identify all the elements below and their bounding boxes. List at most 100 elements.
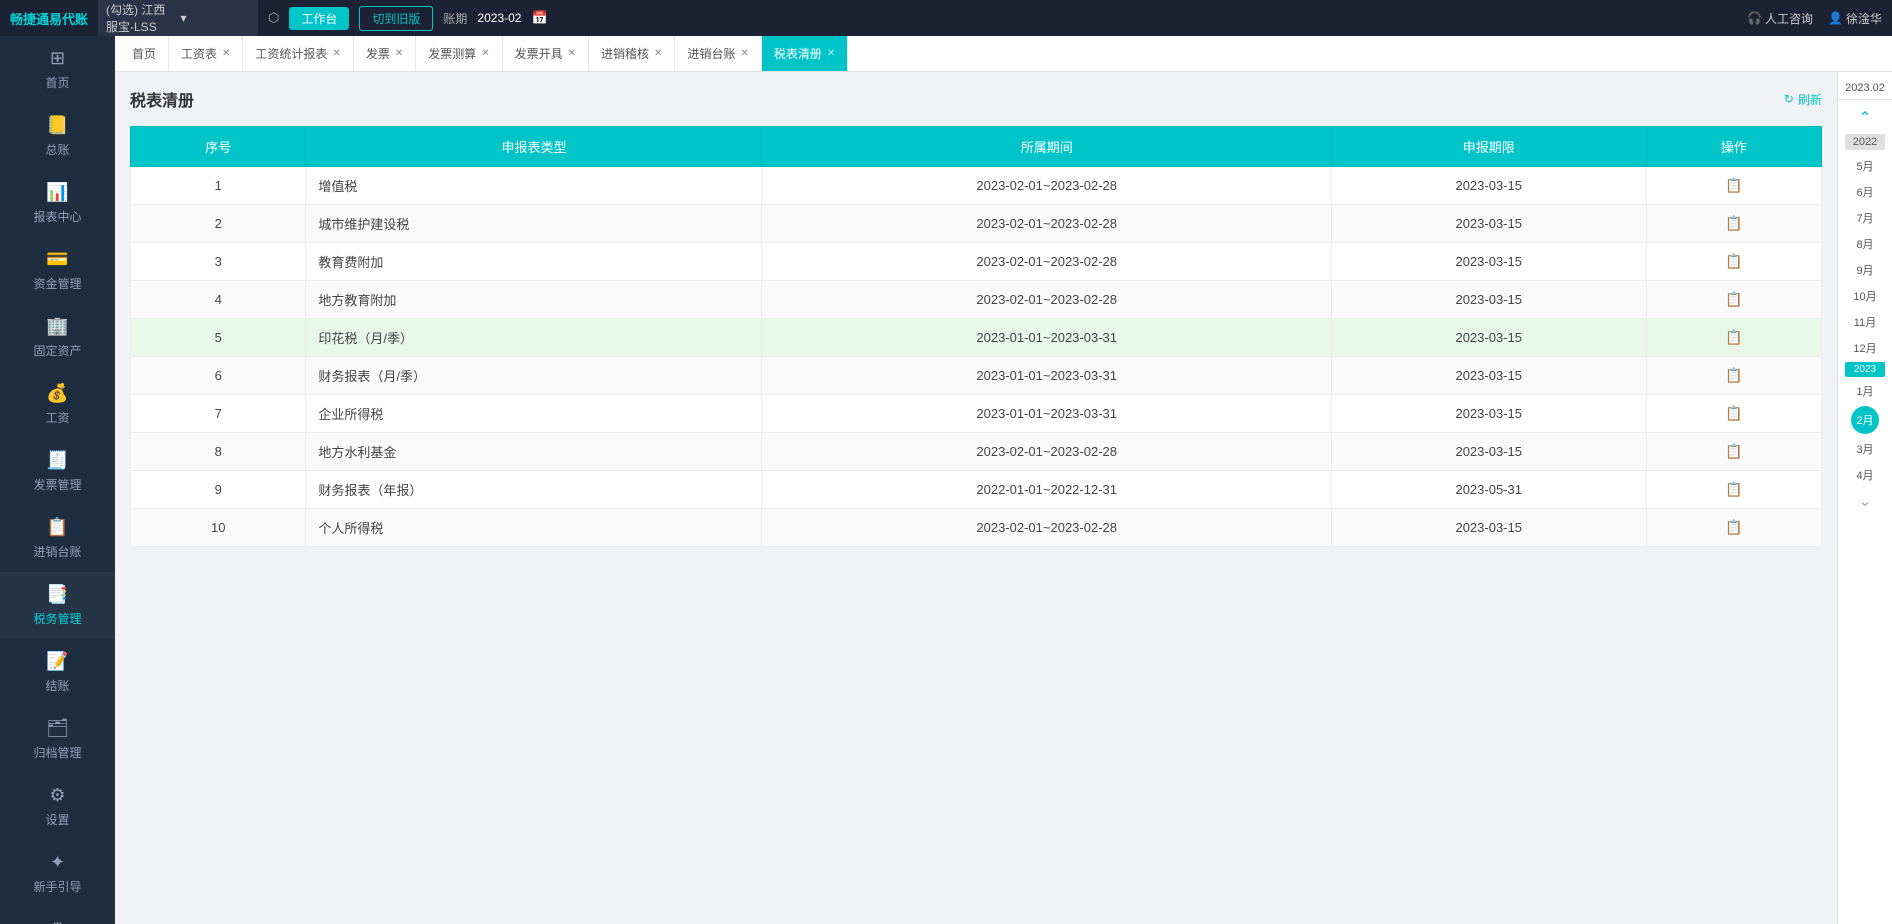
table-header-cell: 申报期限 — [1331, 127, 1646, 167]
tab-invoice[interactable]: 发票✕ — [354, 36, 416, 72]
nav-up-icon[interactable]: ⌃ — [1855, 105, 1874, 131]
invoice-icon: 🧾 — [46, 450, 68, 471]
view-report-icon[interactable]: 📋 — [1725, 177, 1742, 193]
row-index: 1 — [131, 167, 306, 205]
action-cell[interactable]: 📋 — [1646, 433, 1821, 471]
view-report-icon[interactable]: 📋 — [1725, 443, 1742, 459]
month-item-12月[interactable]: 12月 — [1845, 336, 1885, 360]
view-report-icon[interactable]: 📋 — [1725, 481, 1742, 497]
tab-close-icon[interactable]: ✕ — [332, 48, 340, 59]
month-item-11月[interactable]: 11月 — [1845, 310, 1885, 334]
sidebar-item-invoice[interactable]: 🧾 发票管理 — [0, 438, 115, 505]
tab-close-icon[interactable]: ✕ — [395, 48, 403, 59]
view-report-icon[interactable]: 📋 — [1725, 405, 1742, 421]
sidebar-item-settings[interactable]: ⚙ 设置 — [0, 773, 115, 840]
action-cell[interactable]: 📋 — [1646, 243, 1821, 281]
action-cell[interactable]: 📋 — [1646, 281, 1821, 319]
tab-close-icon[interactable]: ✕ — [222, 48, 230, 59]
deadline: 2023-03-15 — [1331, 205, 1646, 243]
view-report-icon[interactable]: 📋 — [1725, 253, 1742, 269]
member-icon: ♛ — [49, 919, 65, 924]
tab-home[interactable]: 首页 — [120, 36, 169, 72]
year-2022-label[interactable]: 2022 — [1845, 134, 1885, 150]
user-avatar[interactable]: 👤 徐淦华 — [1828, 10, 1882, 27]
calendar-icon[interactable]: 📅 — [531, 10, 547, 26]
period-range: 2023-01-01~2023-03-31 — [762, 357, 1331, 395]
tab-close-icon[interactable]: ✕ — [481, 48, 489, 59]
month-item-5月[interactable]: 5月 — [1845, 154, 1885, 178]
company-selector[interactable]: (勾选) 江西服宝-LSS ▾ — [98, 0, 258, 38]
copy-icon[interactable]: ⬡ — [268, 10, 279, 26]
month-item-2023-2月[interactable]: 2月 — [1851, 406, 1879, 434]
sidebar-item-member[interactable]: ♛ 畅会员 — [0, 907, 115, 924]
month-item-2023-4月[interactable]: 4月 — [1845, 463, 1885, 487]
tab-label: 工资统计报表 — [255, 45, 327, 62]
tab-close-icon[interactable]: ✕ — [827, 48, 835, 59]
human-consult-btn[interactable]: 🎧 人工咨询 — [1747, 10, 1813, 27]
tab-purchase-check[interactable]: 进销稽核✕ — [589, 36, 675, 72]
view-report-icon[interactable]: 📋 — [1725, 367, 1742, 383]
switch-version-button[interactable]: 切到旧版 — [359, 6, 433, 31]
refresh-button[interactable]: ↻ 刷新 — [1784, 91, 1822, 108]
sidebar-item-report[interactable]: 📊 报表中心 — [0, 170, 115, 237]
sidebar-item-home[interactable]: ⊞ 首页 — [0, 36, 115, 103]
tab-tax-clear[interactable]: 税表清册✕ — [762, 36, 848, 72]
sidebar-item-settlement[interactable]: 📝 结账 — [0, 639, 115, 706]
action-cell[interactable]: 📋 — [1646, 319, 1821, 357]
tab-invoice-calc[interactable]: 发票测算✕ — [416, 36, 502, 72]
month-item-7月[interactable]: 7月 — [1845, 206, 1885, 230]
sidebar-item-capital[interactable]: 💳 资金管理 — [0, 237, 115, 304]
sidebar-item-ledger[interactable]: 📒 总账 — [0, 103, 115, 170]
sidebar-item-payroll[interactable]: 💰 工资 — [0, 371, 115, 438]
sidebar-item-tax[interactable]: 📑 税务管理 — [0, 572, 115, 639]
tab-invoice-open[interactable]: 发票开具✕ — [503, 36, 589, 72]
year-2023-label[interactable]: 2023 — [1845, 362, 1885, 377]
report-type: 个人所得税 — [306, 509, 762, 547]
period-range: 2023-02-01~2023-02-28 — [762, 509, 1331, 547]
sidebar-item-fixed[interactable]: 🏢 固定资产 — [0, 304, 115, 371]
tab-close-icon[interactable]: ✕ — [568, 48, 576, 59]
row-index: 6 — [131, 357, 306, 395]
deadline: 2023-03-15 — [1331, 357, 1646, 395]
nav-down-icon[interactable]: ⌄ — [1855, 488, 1874, 514]
view-report-icon[interactable]: 📋 — [1725, 329, 1742, 345]
action-cell[interactable]: 📋 — [1646, 471, 1821, 509]
sidebar: ⊞ 首页📒 总账📊 报表中心💳 资金管理🏢 固定资产💰 工资🧾 发票管理📋 进销… — [0, 36, 115, 924]
table-header-cell: 申报表类型 — [306, 127, 762, 167]
fixed-icon: 🏢 — [46, 316, 68, 337]
view-report-icon[interactable]: 📋 — [1725, 291, 1742, 307]
month-item-9月[interactable]: 9月 — [1845, 258, 1885, 282]
tab-close-icon[interactable]: ✕ — [740, 48, 748, 59]
tab-label: 进销台账 — [687, 45, 735, 62]
action-cell[interactable]: 📋 — [1646, 167, 1821, 205]
report-type: 地方水利基金 — [306, 433, 762, 471]
row-index: 8 — [131, 433, 306, 471]
tab-payroll[interactable]: 工资表✕ — [169, 36, 243, 72]
sidebar-item-purchase[interactable]: 📋 进销台账 — [0, 505, 115, 572]
sidebar-item-archive[interactable]: 🗂 归档管理 — [0, 706, 115, 773]
tab-purchase-ledger[interactable]: 进销台账 ✕ — [675, 36, 761, 72]
sidebar-item-guide[interactable]: ✦ 新手引导 — [0, 840, 115, 907]
month-item-2023-3月[interactable]: 3月 — [1845, 437, 1885, 461]
action-cell[interactable]: 📋 — [1646, 395, 1821, 433]
view-report-icon[interactable]: 📋 — [1725, 215, 1742, 231]
tab-payroll-report[interactable]: 工资统计报表 ✕ — [243, 36, 353, 72]
month-item-2023-1月[interactable]: 1月 — [1845, 379, 1885, 403]
action-cell[interactable]: 📋 — [1646, 509, 1821, 547]
period-range: 2023-01-01~2023-03-31 — [762, 395, 1331, 433]
workspace-button[interactable]: 工作台 — [289, 7, 349, 30]
view-report-icon[interactable]: 📋 — [1725, 519, 1742, 535]
tab-close-icon[interactable]: ✕ — [654, 48, 662, 59]
month-item-6月[interactable]: 6月 — [1845, 180, 1885, 204]
action-cell[interactable]: 📋 — [1646, 205, 1821, 243]
report-type: 增值税 — [306, 167, 762, 205]
action-cell[interactable]: 📋 — [1646, 357, 1821, 395]
table-row: 6财务报表（月/季）2023-01-01~2023-03-312023-03-1… — [131, 357, 1822, 395]
table-row: 9财务报表（年报）2022-01-01~2022-12-312023-05-31… — [131, 471, 1822, 509]
period-range: 2023-01-01~2023-03-31 — [762, 319, 1331, 357]
sidebar-item-label: 工资 — [45, 409, 69, 426]
month-item-10月[interactable]: 10月 — [1845, 284, 1885, 308]
month-item-8月[interactable]: 8月 — [1845, 232, 1885, 256]
data-table: 序号申报表类型所属期间申报期限操作 1增值税2023-02-01~2023-02… — [130, 126, 1822, 547]
sidebar-item-label: 结账 — [45, 677, 69, 694]
